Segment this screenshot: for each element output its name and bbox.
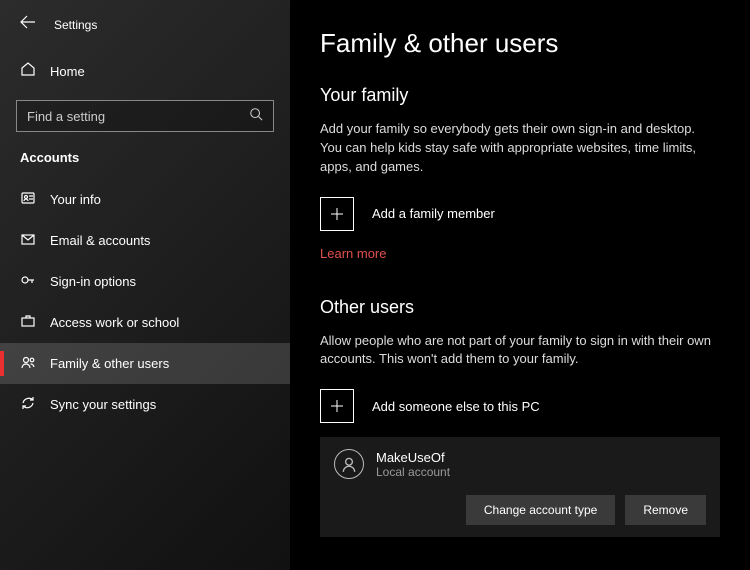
- add-other-label: Add someone else to this PC: [372, 399, 540, 414]
- briefcase-icon: [20, 313, 36, 332]
- search-icon: [249, 107, 263, 126]
- sidebar-item-label: Family & other users: [50, 356, 169, 371]
- search-input[interactable]: [27, 109, 249, 124]
- sidebar-item-label: Email & accounts: [50, 233, 150, 248]
- settings-title: Settings: [54, 18, 97, 32]
- mail-icon: [20, 231, 36, 250]
- people-icon: [20, 354, 36, 373]
- sidebar-item-sync-settings[interactable]: Sync your settings: [0, 384, 290, 425]
- user-card-header: MakeUseOf Local account: [334, 449, 706, 479]
- sidebar-item-label: Sign-in options: [50, 274, 136, 289]
- user-card[interactable]: MakeUseOf Local account Change account t…: [320, 437, 720, 537]
- plus-icon: [320, 389, 354, 423]
- sync-icon: [20, 395, 36, 414]
- sidebar-item-label: Sync your settings: [50, 397, 156, 412]
- other-users-heading: Other users: [320, 297, 720, 318]
- add-other-user-button[interactable]: Add someone else to this PC: [320, 389, 720, 423]
- sidebar-item-label: Access work or school: [50, 315, 179, 330]
- user-name: MakeUseOf: [376, 450, 450, 465]
- remove-button[interactable]: Remove: [625, 495, 706, 525]
- change-account-type-button[interactable]: Change account type: [466, 495, 615, 525]
- sidebar-section-header: Accounts: [0, 150, 290, 179]
- main-content: Family & other users Your family Add you…: [290, 0, 750, 570]
- sidebar-item-access-work-school[interactable]: Access work or school: [0, 302, 290, 343]
- back-arrow-icon[interactable]: [20, 14, 36, 35]
- user-type: Local account: [376, 465, 450, 479]
- sidebar-item-your-info[interactable]: Your info: [0, 179, 290, 220]
- user-info-icon: [20, 190, 36, 209]
- search-wrap: [0, 92, 290, 150]
- plus-icon: [320, 197, 354, 231]
- sidebar-item-email-accounts[interactable]: Email & accounts: [0, 220, 290, 261]
- home-label: Home: [50, 64, 85, 79]
- add-family-label: Add a family member: [372, 206, 495, 221]
- family-desc: Add your family so everybody gets their …: [320, 120, 720, 177]
- key-icon: [20, 272, 36, 291]
- home-icon: [20, 61, 36, 82]
- home-link[interactable]: Home: [0, 51, 290, 92]
- sidebar-item-signin-options[interactable]: Sign-in options: [0, 261, 290, 302]
- topbar: Settings: [0, 8, 290, 51]
- learn-more-link[interactable]: Learn more: [320, 246, 386, 261]
- sidebar-item-family-other-users[interactable]: Family & other users: [0, 343, 290, 384]
- avatar-icon: [334, 449, 364, 479]
- sidebar-item-label: Your info: [50, 192, 101, 207]
- add-family-member-button[interactable]: Add a family member: [320, 197, 720, 231]
- sidebar: Settings Home Accounts Your info Email &…: [0, 0, 290, 570]
- other-users-desc: Allow people who are not part of your fa…: [320, 332, 720, 370]
- search-box[interactable]: [16, 100, 274, 132]
- family-heading: Your family: [320, 85, 720, 106]
- page-title: Family & other users: [320, 28, 720, 59]
